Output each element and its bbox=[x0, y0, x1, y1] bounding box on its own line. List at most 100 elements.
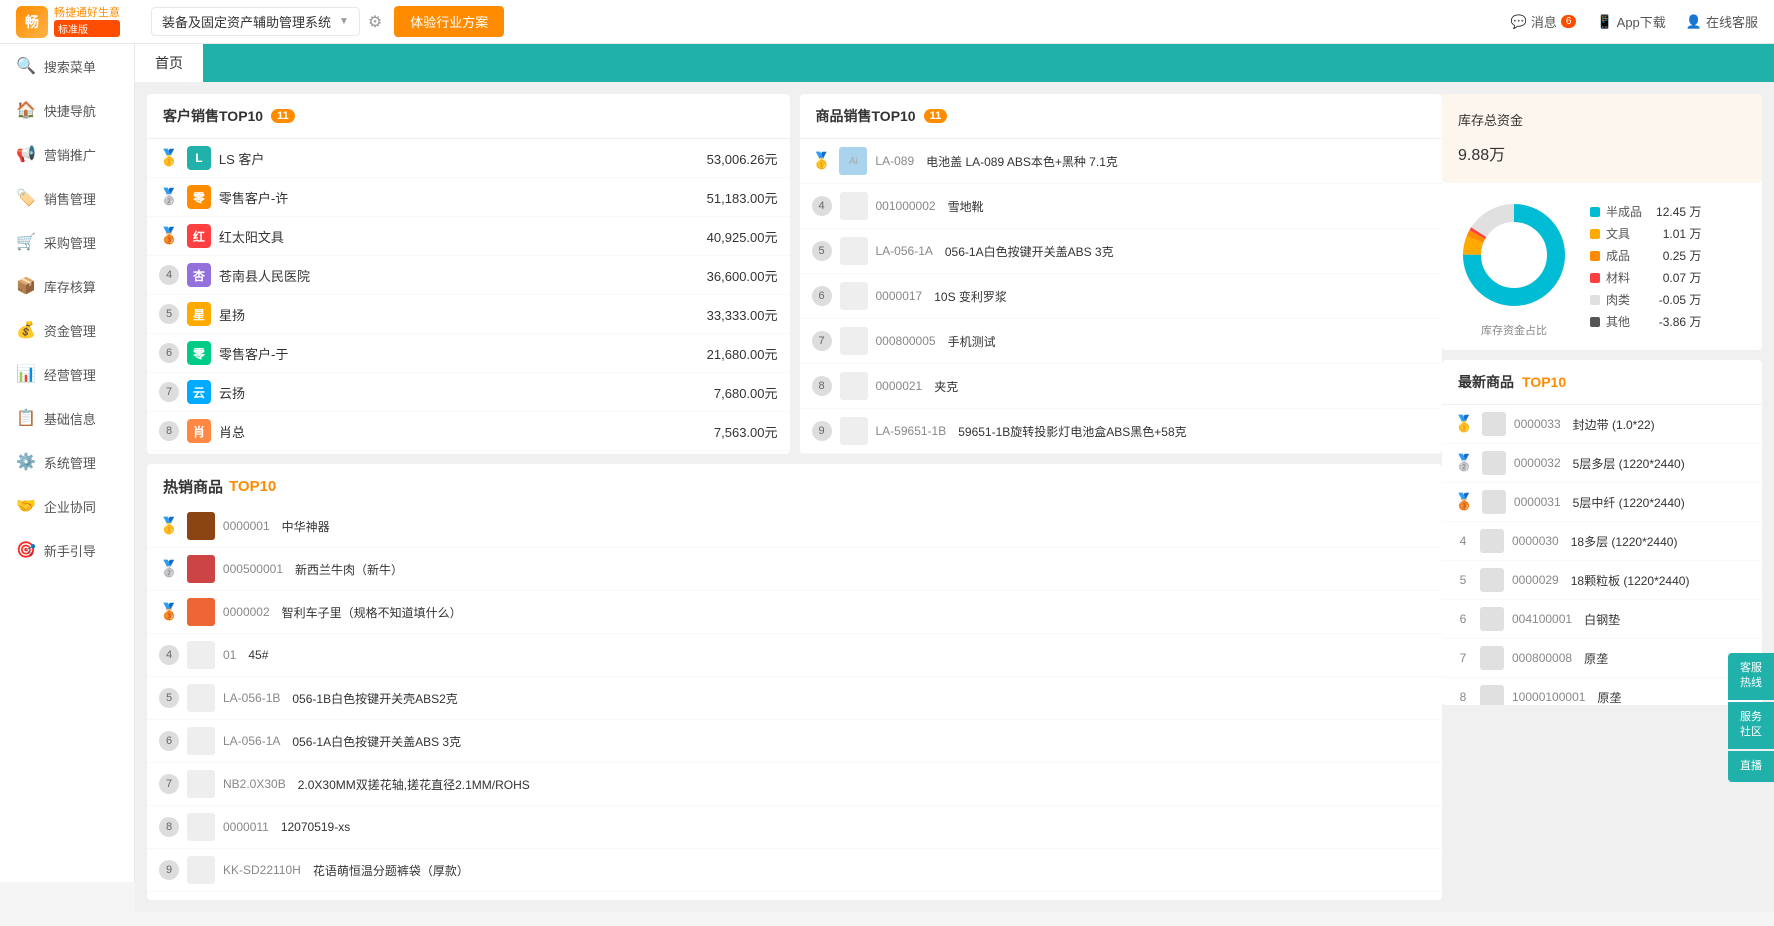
float-btn-community[interactable]: 服务社区 bbox=[1728, 702, 1774, 749]
product-name: 18多层 (1220*2440) bbox=[1571, 533, 1678, 550]
list-item: 🥈 000500001 新西兰牛肉（新牛） bbox=[147, 548, 1442, 591]
sidebar-item-guide[interactable]: 🎯 新手引导 bbox=[0, 528, 134, 572]
rank-number: 6 bbox=[159, 731, 179, 751]
sidebar-item-inventory[interactable]: 📦 库存核算 bbox=[0, 264, 134, 308]
product-image bbox=[187, 770, 215, 798]
silver-medal-icon: 🥈 bbox=[159, 559, 179, 579]
guide-icon: 🎯 bbox=[16, 540, 36, 560]
rank-number: 5 bbox=[812, 241, 832, 261]
trial-button[interactable]: 体验行业方案 bbox=[394, 6, 504, 37]
home-icon: 🏠 bbox=[16, 100, 36, 120]
product-image bbox=[840, 327, 868, 355]
product-count-badge: 11 bbox=[924, 109, 948, 123]
table-row: 5 LA-056-1A 056-1A白色按键开关盖ABS 3克 bbox=[800, 229, 1443, 274]
product-rankings-list[interactable]: 🥇 Ai LA-089 电池盖 LA-089 ABS本色+黑种 7.1克 4 0… bbox=[800, 139, 1443, 454]
sidebar-item-system[interactable]: ⚙️ 系统管理 bbox=[0, 440, 134, 484]
table-row: 🥈 零 零售客户-许 51,183.00元 bbox=[147, 178, 790, 217]
sidebar-item-purchase[interactable]: 🛒 采购管理 bbox=[0, 220, 134, 264]
message-label: 消息 bbox=[1531, 12, 1557, 31]
avatar: L bbox=[187, 146, 211, 170]
legend-item-material: 材料 0.07 万 bbox=[1590, 269, 1701, 286]
hot-products-badge: TOP10 bbox=[229, 478, 276, 495]
product-image bbox=[1480, 529, 1504, 553]
product-name: 夹克 bbox=[934, 378, 958, 395]
customer-name: 云扬 bbox=[219, 383, 706, 402]
product-image bbox=[187, 727, 215, 755]
float-btn-live[interactable]: 直播 bbox=[1728, 751, 1774, 782]
hot-products-panel: 热销商品 TOP10 🥇 0000001 中华神器 🥈 000500001 新 bbox=[147, 464, 1442, 900]
product-code: 10000100001 bbox=[1512, 690, 1585, 704]
table-row: 6 0000017 10S 变利罗浆 bbox=[800, 274, 1443, 319]
rank-number: 8 bbox=[159, 421, 179, 441]
product-code: 0000002 bbox=[223, 605, 270, 619]
sidebar-collab-label: 企业协同 bbox=[44, 497, 96, 516]
customer-rankings-title: 客户销售TOP10 bbox=[163, 106, 263, 126]
legend-value-stationery: 1.01 万 bbox=[1663, 225, 1702, 242]
message-item[interactable]: 💬 消息 6 bbox=[1511, 12, 1577, 31]
avatar: 零 bbox=[187, 185, 211, 209]
tab-home[interactable]: 首页 bbox=[135, 44, 203, 82]
product-image bbox=[840, 237, 868, 265]
sidebar-search-label: 搜索菜单 bbox=[44, 57, 96, 76]
rank-number: 8 bbox=[1454, 690, 1472, 704]
product-name: 雪地靴 bbox=[948, 198, 984, 215]
table-row: 8 肖 肖总 7,563.00元 bbox=[147, 412, 790, 451]
avatar: 杏 bbox=[187, 263, 211, 287]
product-image bbox=[1482, 451, 1506, 475]
list-item: 5 0000029 18颗粒板 (1220*2440) bbox=[1442, 561, 1762, 600]
sidebar-shortcut-label: 快捷导航 bbox=[44, 101, 96, 120]
product-image bbox=[840, 192, 868, 220]
settings-icon[interactable]: ⚙ bbox=[368, 12, 382, 32]
bronze-medal-icon: 🥉 bbox=[159, 602, 179, 622]
table-row: 🥉 红 红太阳文具 40,925.00元 bbox=[147, 217, 790, 256]
newest-products-panel: 最新商品 TOP10 🥇 0000033 封边带 (1.0*22) 🥈 0000… bbox=[1442, 360, 1762, 705]
product-name: 5层中纤 (1220*2440) bbox=[1573, 494, 1685, 511]
legend-label-stationery: 文具 bbox=[1606, 225, 1649, 242]
right-panel: 库存总资金 9.88万 bbox=[1442, 94, 1762, 900]
sidebar-item-search[interactable]: 🔍 搜索菜单 bbox=[0, 44, 134, 88]
float-btn-hotline[interactable]: 客服热线 bbox=[1728, 653, 1774, 700]
customer-name: 星扬 bbox=[219, 305, 699, 324]
product-code: 004100001 bbox=[1512, 612, 1572, 626]
legend-label-finished: 成品 bbox=[1606, 247, 1649, 264]
sidebar-item-shortcut[interactable]: 🏠 快捷导航 bbox=[0, 88, 134, 132]
sidebar-item-finance[interactable]: 💰 资金管理 bbox=[0, 308, 134, 352]
inventory-amount: 9.88万 bbox=[1458, 135, 1746, 167]
sidebar: 🔍 搜索菜单 🏠 快捷导航 📢 营销推广 🏷️ 销售管理 🛒 采购管理 📦 库存… bbox=[0, 44, 135, 882]
content-area: 客户销售TOP10 11 🥇 L LS 客户 53,006.26元 🥈 bbox=[135, 82, 1774, 912]
newest-products-list[interactable]: 🥇 0000033 封边带 (1.0*22) 🥈 0000032 5层多层 (1… bbox=[1442, 405, 1762, 705]
sidebar-item-marketing[interactable]: 📢 营销推广 bbox=[0, 132, 134, 176]
sidebar-marketing-label: 营销推广 bbox=[44, 145, 96, 164]
top-panels-row: 客户销售TOP10 11 🥇 L LS 客户 53,006.26元 🥈 bbox=[147, 94, 1442, 454]
product-image bbox=[1480, 568, 1504, 592]
gold-medal-icon: 🥇 bbox=[1454, 414, 1474, 434]
legend-label-material: 材料 bbox=[1606, 269, 1649, 286]
table-row: 7 云 云扬 7,680.00元 bbox=[147, 373, 790, 412]
newest-products-badge: TOP10 bbox=[1522, 374, 1566, 390]
list-item: 7 NB2.0X30B 2.0X30MM双搓花轴,搓花直径2.1MM/ROHS bbox=[147, 763, 1442, 806]
list-item: 🥇 0000033 封边带 (1.0*22) bbox=[1442, 405, 1762, 444]
list-item: 🥈 0000032 5层多层 (1220*2440) bbox=[1442, 444, 1762, 483]
legend-item-meat: 肉类 -0.05 万 bbox=[1590, 291, 1701, 308]
legend-value-finished: 0.25 万 bbox=[1663, 247, 1702, 264]
sidebar-purchase-label: 采购管理 bbox=[44, 233, 96, 252]
online-service-item[interactable]: 👤 在线客服 bbox=[1686, 12, 1758, 31]
sidebar-item-operations[interactable]: 📊 经营管理 bbox=[0, 352, 134, 396]
product-name: 59651-1B旋转投影灯电池盒ABS黑色+58克 bbox=[958, 423, 1186, 440]
table-row: 6 零 零售客户-于 21,680.00元 bbox=[147, 334, 790, 373]
left-content-wrapper: 客户销售TOP10 11 🥇 L LS 客户 53,006.26元 🥈 bbox=[147, 94, 1442, 900]
sidebar-item-collab[interactable]: 🤝 企业协同 bbox=[0, 484, 134, 528]
customer-rankings-list[interactable]: 🥇 L LS 客户 53,006.26元 🥈 零 零售客户-许 51,183.0… bbox=[147, 139, 790, 451]
system-icon: ⚙️ bbox=[16, 452, 36, 472]
legend-color-stationery bbox=[1590, 229, 1600, 239]
legend-color-meat bbox=[1590, 295, 1600, 305]
app-download-item[interactable]: 📱 App下载 bbox=[1596, 12, 1665, 31]
rank-number: 8 bbox=[812, 376, 832, 396]
product-name: 056-1B白色按键开关壳ABS2克 bbox=[292, 690, 457, 707]
sidebar-item-sales[interactable]: 🏷️ 销售管理 bbox=[0, 176, 134, 220]
system-selector[interactable]: 装备及固定资产辅助管理系统 ▼ bbox=[151, 7, 360, 36]
list-item: 🥉 0000002 智利车子里（规格不知道填什么） bbox=[147, 591, 1442, 634]
sidebar-item-basics[interactable]: 📋 基础信息 bbox=[0, 396, 134, 440]
legend-item-other: 其他 -3.86 万 bbox=[1590, 313, 1701, 330]
customer-rankings-panel: 客户销售TOP10 11 🥇 L LS 客户 53,006.26元 🥈 bbox=[147, 94, 790, 454]
